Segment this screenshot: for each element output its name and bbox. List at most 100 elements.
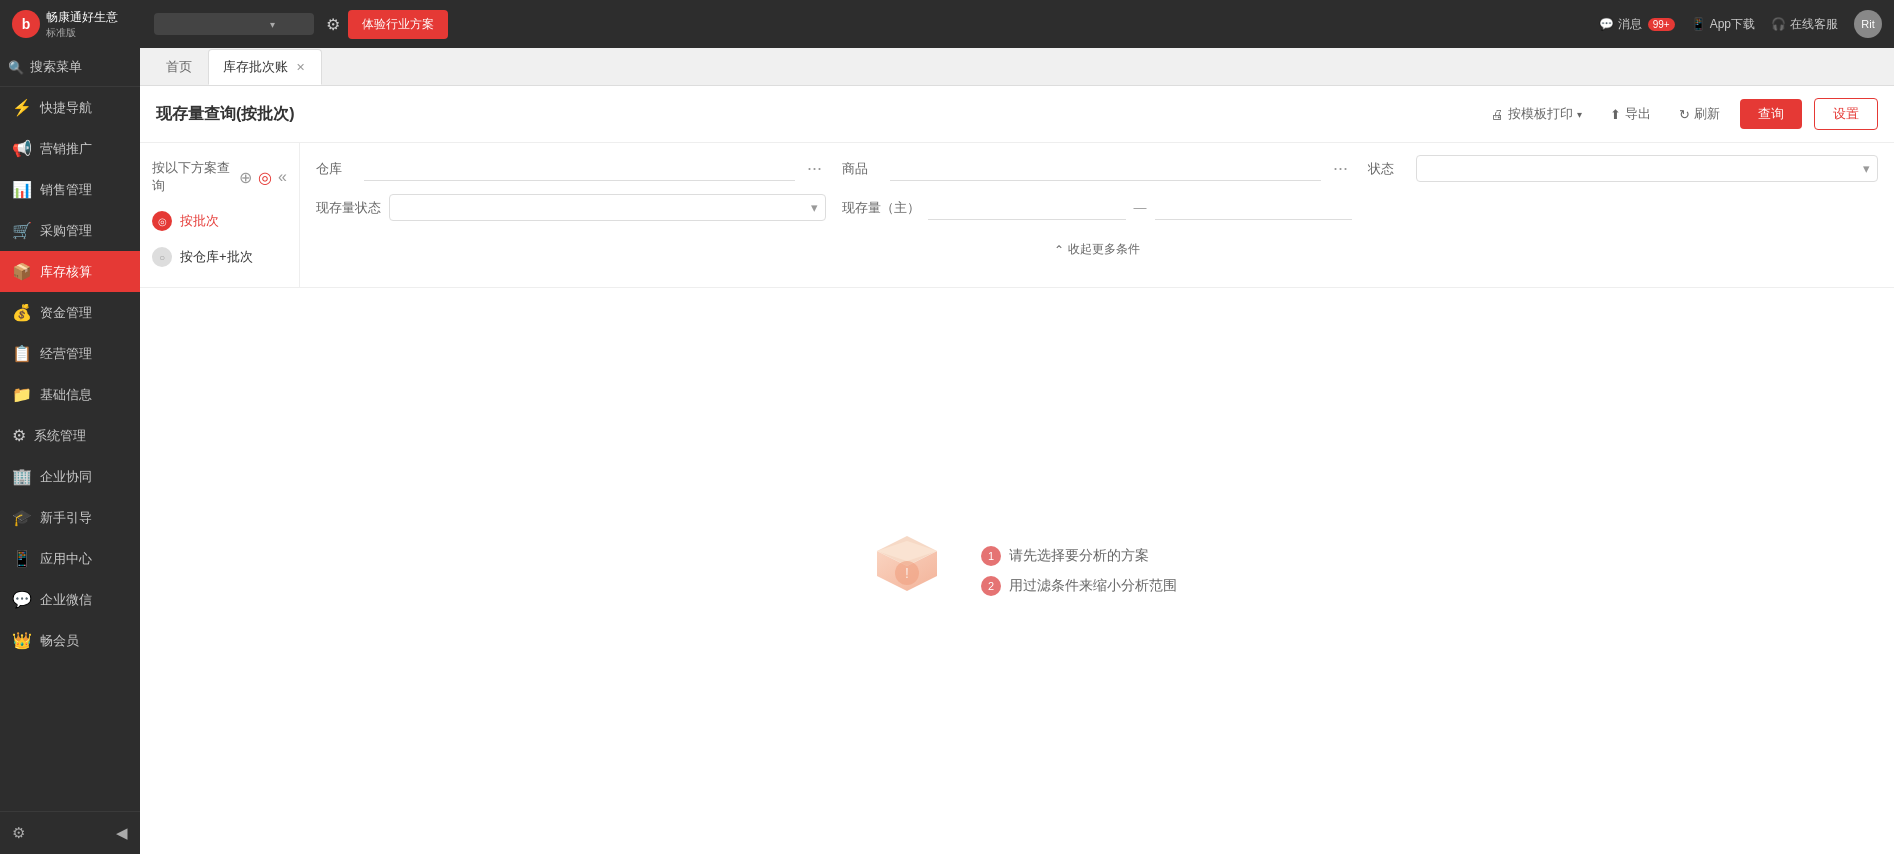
collapse-panel-icon[interactable]: «	[278, 168, 287, 186]
tab-home[interactable]: 首页	[152, 50, 206, 84]
sidebar-item-label: 企业微信	[40, 591, 92, 609]
header-search-input[interactable]	[164, 17, 264, 31]
try-industry-button[interactable]: 体验行业方案	[348, 10, 448, 39]
sidebar-collapse-button[interactable]: ◀	[112, 820, 132, 846]
sidebar-item-label: 经营管理	[40, 345, 92, 363]
header-search-box[interactable]: ▾	[154, 13, 314, 35]
scheme-by-warehouse-batch-label: 按仓库+批次	[180, 248, 253, 266]
sidebar-item-inventory[interactable]: 📦 库存核算	[0, 251, 140, 292]
chevron-down-icon[interactable]: ▾	[270, 19, 275, 30]
sidebar-item-label: 销售管理	[40, 181, 92, 199]
app-download-button[interactable]: 📱 App下载	[1691, 16, 1755, 33]
refresh-label: 刷新	[1694, 105, 1720, 123]
sidebar-item-basics[interactable]: 📁 基础信息	[0, 374, 140, 415]
sidebar-item-label: 资金管理	[40, 304, 92, 322]
settings-button[interactable]: 设置	[1814, 98, 1878, 130]
sidebar-item-wechat[interactable]: 💬 企业微信	[0, 579, 140, 620]
tip-num-2: 2	[981, 576, 1001, 596]
quantity-max-input[interactable]	[1155, 196, 1353, 220]
add-scheme-icon[interactable]: ⊕	[239, 168, 252, 187]
scheme-by-batch[interactable]: ◎ 按批次	[140, 203, 299, 239]
sidebar-item-operations[interactable]: 📋 经营管理	[0, 333, 140, 374]
scheme-by-batch-label: 按批次	[180, 212, 219, 230]
tip-num-1: 1	[981, 546, 1001, 566]
logo-icon: b	[12, 10, 40, 38]
basics-icon: 📁	[12, 385, 32, 404]
sidebar-item-marketing[interactable]: 📢 营销推广	[0, 128, 140, 169]
sidebar-item-finance[interactable]: 💰 资金管理	[0, 292, 140, 333]
sidebar-item-enterprise[interactable]: 🏢 企业协同	[0, 456, 140, 497]
settings-icon[interactable]: ⚙	[326, 15, 340, 34]
filter-sidebar-actions: ⊕ ◎ «	[239, 168, 287, 187]
product-label: 商品	[842, 160, 882, 178]
sidebar-item-app-center[interactable]: 📱 应用中心	[0, 538, 140, 579]
page-header: 现存量查询(按批次) 🖨 按模板打印 ▾ ⬆ 导出 ↻ 刷新	[140, 86, 1894, 143]
phone-icon: 📱	[1691, 17, 1706, 31]
page-content: 现存量查询(按批次) 🖨 按模板打印 ▾ ⬆ 导出 ↻ 刷新	[140, 86, 1894, 854]
quantity-min-input[interactable]	[928, 196, 1126, 220]
user-profile-button[interactable]: Rit	[1854, 10, 1882, 38]
export-label: 导出	[1625, 105, 1651, 123]
sidebar-settings-button[interactable]: ⚙	[8, 820, 29, 846]
sidebar-item-member[interactable]: 👑 畅会员	[0, 620, 140, 661]
sidebar-item-label: 基础信息	[40, 386, 92, 404]
tip-2-text: 用过滤条件来缩小分析范围	[1009, 577, 1177, 595]
online-service-button[interactable]: 🎧 在线客服	[1771, 16, 1838, 33]
empty-state: ! 1 请先选择要分析的方案 2 用过滤条件来缩小分析范围	[140, 288, 1894, 854]
sidebar-item-label: 系统管理	[34, 427, 86, 445]
warehouse-input[interactable]	[364, 157, 795, 181]
print-chevron-icon[interactable]: ▾	[1577, 109, 1582, 120]
system-icon: ⚙	[12, 426, 26, 445]
header-right: 💬 消息 99+ 📱 App下载 🎧 在线客服 Rit	[1599, 10, 1882, 38]
filter-row-2: 现存量状态 现存量（主） —	[316, 194, 1878, 221]
status-label: 状态	[1368, 160, 1408, 178]
product-dots-icon[interactable]: ···	[1329, 158, 1352, 179]
sidebar-search[interactable]: 🔍 搜索菜单	[0, 48, 140, 87]
notification-badge: 99+	[1648, 18, 1675, 31]
sidebar-search-label: 搜索菜单	[30, 58, 82, 76]
enterprise-icon: 🏢	[12, 467, 32, 486]
sidebar-item-system[interactable]: ⚙ 系统管理	[0, 415, 140, 456]
tab-close-icon[interactable]: ✕	[294, 59, 307, 76]
collapse-more-button[interactable]: ⌃ 收起更多条件	[316, 233, 1878, 266]
member-icon: 👑	[12, 631, 32, 650]
messages-button[interactable]: 💬 消息 99+	[1599, 16, 1675, 33]
product-field: 商品 ···	[842, 157, 1352, 181]
sidebar-item-label: 快捷导航	[40, 99, 92, 117]
product-input[interactable]	[890, 157, 1321, 181]
refresh-button[interactable]: ↻ 刷新	[1671, 101, 1728, 127]
warehouse-dots-icon[interactable]: ···	[803, 158, 826, 179]
empty-tip-2: 2 用过滤条件来缩小分析范围	[981, 576, 1177, 596]
sidebar-bottom: ⚙ ◀	[0, 811, 140, 854]
warehouse-field: 仓库 ···	[316, 157, 826, 181]
marketing-icon: 📢	[12, 139, 32, 158]
inventory-status-select[interactable]	[389, 194, 826, 221]
sidebar-item-label: 企业协同	[40, 468, 92, 486]
tip-1-text: 请先选择要分析的方案	[1009, 547, 1149, 565]
print-icon: 🖨	[1491, 107, 1504, 122]
sidebar-item-quick-nav[interactable]: ⚡ 快捷导航	[0, 87, 140, 128]
empty-tip-1: 1 请先选择要分析的方案	[981, 546, 1177, 566]
filter-main: 仓库 ··· 商品 ··· 状态	[300, 143, 1894, 287]
empty-state-icon: !	[857, 521, 957, 621]
filter-sidebar-header: 按以下方案查询 ⊕ ◎ «	[140, 155, 299, 203]
operations-icon: 📋	[12, 344, 32, 363]
main-layout: 🔍 搜索菜单 ⚡ 快捷导航 📢 营销推广 📊 销售管理 🛒 采购管理 📦 库存核…	[0, 48, 1894, 854]
warehouse-label: 仓库	[316, 160, 356, 178]
app-center-icon: 📱	[12, 549, 32, 568]
export-icon: ⬆	[1610, 107, 1621, 122]
print-button[interactable]: 🖨 按模板打印 ▾	[1483, 101, 1590, 127]
page-title: 现存量查询(按批次)	[156, 104, 295, 125]
scheme-by-warehouse-batch[interactable]: ○ 按仓库+批次	[140, 239, 299, 275]
inventory-status-label: 现存量状态	[316, 199, 381, 217]
query-button[interactable]: 查询	[1740, 99, 1802, 129]
status-select[interactable]	[1416, 155, 1878, 182]
status-field: 状态	[1368, 155, 1878, 182]
tab-inventory-batch[interactable]: 库存批次账 ✕	[208, 49, 322, 85]
sidebar-item-sales[interactable]: 📊 销售管理	[0, 169, 140, 210]
export-button[interactable]: ⬆ 导出	[1602, 101, 1659, 127]
wechat-icon: 💬	[12, 590, 32, 609]
scheme-settings-icon[interactable]: ◎	[258, 168, 272, 187]
sidebar-item-purchase[interactable]: 🛒 采购管理	[0, 210, 140, 251]
sidebar-item-newbie[interactable]: 🎓 新手引导	[0, 497, 140, 538]
